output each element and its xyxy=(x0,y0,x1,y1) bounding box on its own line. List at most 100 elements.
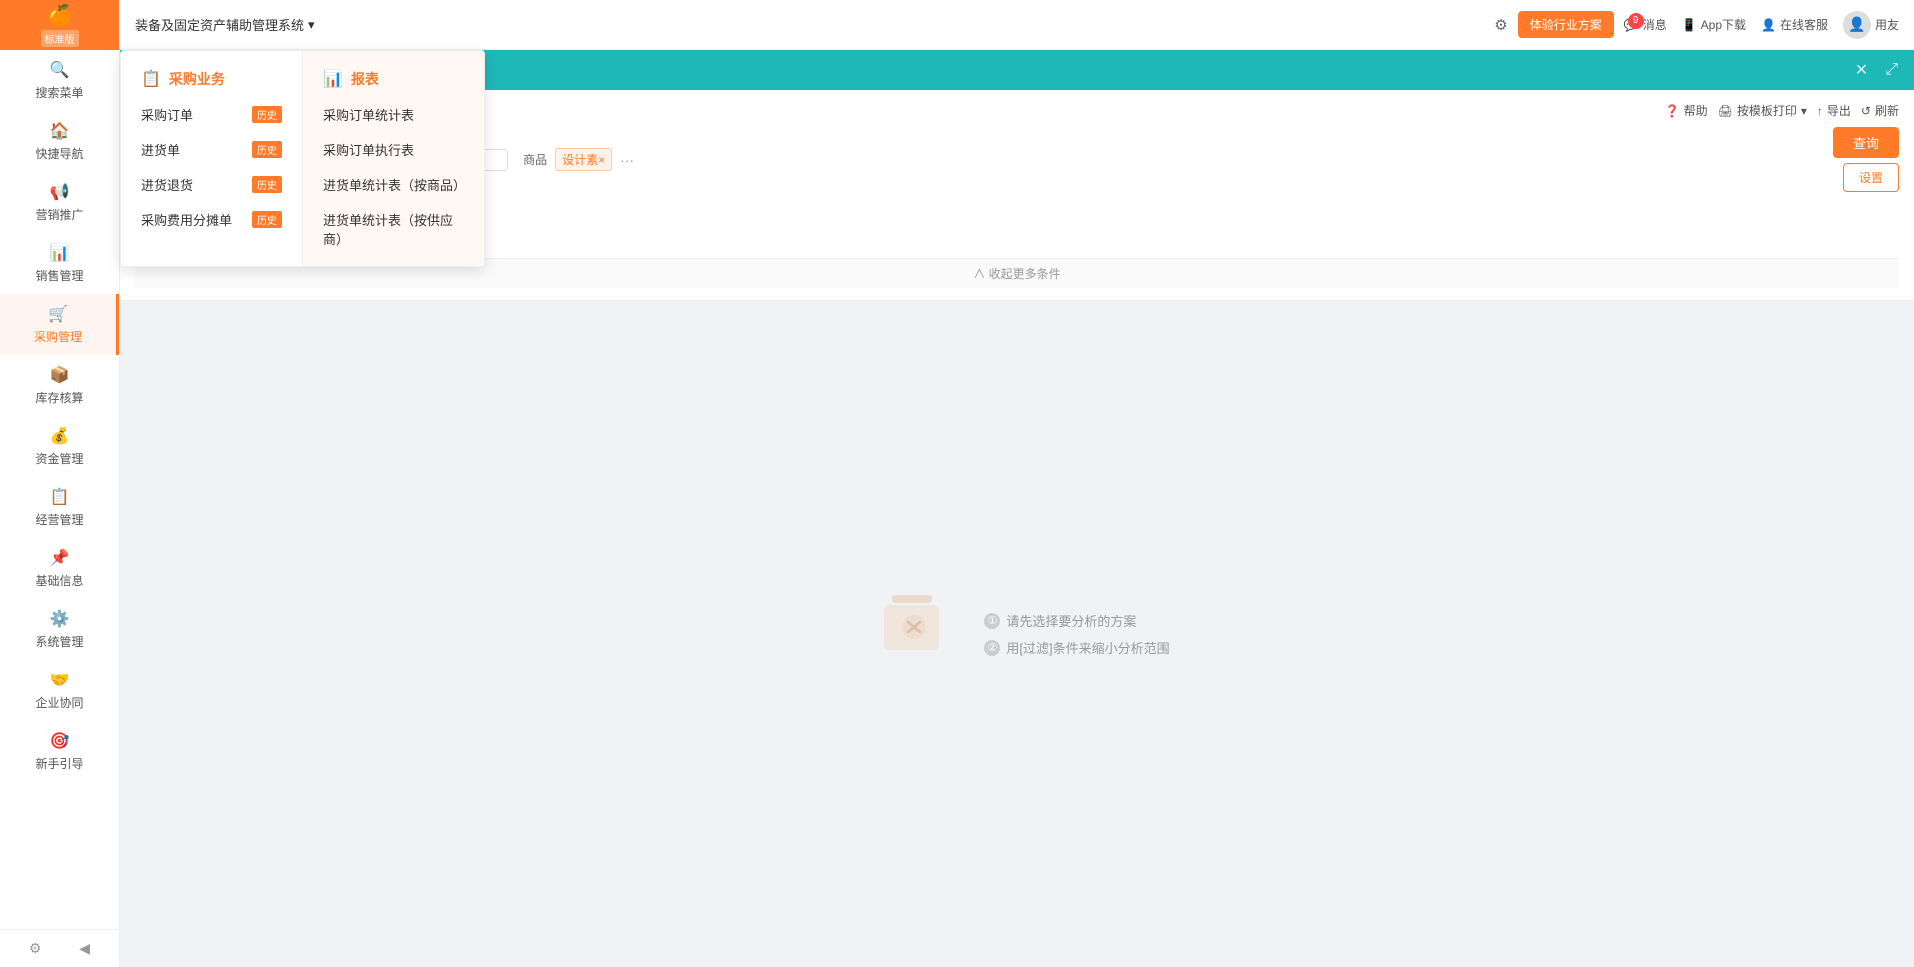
guide-icon: 🎯 xyxy=(50,731,70,751)
purchase-expense-item[interactable]: 采购费用分摊单 历史 xyxy=(121,202,302,237)
empty-hint-1: ① 请先选择要分析的方案 xyxy=(984,611,1169,630)
sidebar-settings-btn[interactable]: ⚙ xyxy=(29,940,42,957)
refresh-btn[interactable]: ↺ 刷新 xyxy=(1861,102,1899,119)
print-btn[interactable]: 🖨 按模板打印 ▾ xyxy=(1718,102,1807,119)
user-label: 用友 xyxy=(1875,16,1899,33)
purchase-dropdown-menu: 📋 采购业务 采购订单 历史 进货单 历史 进货退货 历史 采购费用分摊单 历史… xyxy=(120,50,485,267)
purchase-business-title: 采购业务 xyxy=(169,69,225,89)
purchase-order-label: 采购订单 xyxy=(141,105,193,124)
sidebar-collapse-btn[interactable]: ◀ xyxy=(79,940,90,957)
stock-in-stats-supplier-item[interactable]: 进货单统计表（按供应商） xyxy=(303,202,484,256)
report-header: 📊 报表 xyxy=(303,61,484,97)
sidebar-label-enterprise: 企业协同 xyxy=(35,694,83,711)
sidebar-item-system[interactable]: ⚙️ 系统管理 xyxy=(0,599,119,660)
dropdown-arrow-icon: ▾ xyxy=(308,17,315,33)
sidebar-label-marketing: 营销推广 xyxy=(35,206,83,223)
logo-tag: 标准版 xyxy=(41,30,79,47)
stock-return-label: 进货退货 xyxy=(141,175,193,194)
app-download-btn[interactable]: 📱 App下载 xyxy=(1682,16,1746,33)
help-btn[interactable]: ❓ 帮助 xyxy=(1665,102,1708,119)
purchase-expense-history: 历史 xyxy=(252,211,282,228)
help-icon: ❓ xyxy=(1665,104,1680,118)
tab-close-all-btn[interactable]: ✕ xyxy=(1849,58,1874,82)
stock-in-history: 历史 xyxy=(252,141,282,158)
empty-hint-2-text: 用[过滤]条件来缩小分析范围 xyxy=(1006,638,1169,657)
finance-icon: 💰 xyxy=(50,426,70,446)
message-label: 消息 xyxy=(1643,16,1667,33)
purchase-order-history: 历史 xyxy=(252,106,282,123)
user-menu[interactable]: 👤 用友 xyxy=(1843,11,1899,39)
refresh-label: 刷新 xyxy=(1875,102,1899,119)
topbar: 装备及固定资产辅助管理系统 ▾ ⚙ 体验行业方案 💬 9 消息 📱 App下载 … xyxy=(120,0,1914,50)
print-label: 按模板打印 xyxy=(1737,102,1797,119)
report-title: 报表 xyxy=(351,69,379,89)
collapse-icon: ∧ xyxy=(973,267,985,281)
stock-in-stats-product-item[interactable]: 进货单统计表（按商品） xyxy=(303,167,484,202)
sidebar-item-operations[interactable]: 📋 经营管理 xyxy=(0,477,119,538)
empty-state: ① 请先选择要分析的方案 ② 用[过滤]条件来缩小分析范围 xyxy=(120,301,1914,967)
sales-icon: 📊 xyxy=(50,243,70,263)
sidebar-item-purchase[interactable]: 🛒 采购管理 xyxy=(0,294,119,355)
sidebar-logo: 🍊 标准版 xyxy=(0,0,119,50)
empty-hint-2: ② 用[过滤]条件来缩小分析范围 xyxy=(984,638,1169,657)
industry-btn[interactable]: 体验行业方案 xyxy=(1518,11,1614,38)
system-icon: ⚙️ xyxy=(50,609,70,629)
purchase-order-stats-item[interactable]: 采购订单统计表 xyxy=(303,97,484,132)
topbar-gear-btn[interactable]: ⚙ xyxy=(1494,16,1507,34)
product-tag-text: 设计素× xyxy=(562,151,605,168)
sidebar-bottom: ⚙ ◀ xyxy=(0,929,119,967)
basic-info-icon: 📌 xyxy=(50,548,70,568)
sidebar-item-finance[interactable]: 💰 资金管理 xyxy=(0,416,119,477)
message-btn[interactable]: 💬 9 消息 xyxy=(1624,16,1667,33)
help-label: 帮助 xyxy=(1684,102,1708,119)
inventory-icon: 📦 xyxy=(50,365,70,385)
online-service-btn[interactable]: 👤 在线客服 xyxy=(1761,16,1828,33)
stock-in-item[interactable]: 进货单 历史 xyxy=(121,132,302,167)
purchase-business-col: 📋 采购业务 采购订单 历史 进货单 历史 进货退货 历史 采购费用分摊单 历史 xyxy=(121,51,303,266)
sidebar-item-basic-info[interactable]: 📌 基础信息 xyxy=(0,538,119,599)
refresh-icon: ↺ xyxy=(1861,104,1871,118)
sidebar-label-finance: 资金管理 xyxy=(35,450,83,467)
sidebar-item-search[interactable]: 🔍 搜索菜单 xyxy=(0,50,119,111)
sidebar-label-inventory: 库存核算 xyxy=(35,389,83,406)
collapse-label: 收起更多条件 xyxy=(989,267,1061,281)
sidebar-item-marketing[interactable]: 📢 营销推广 xyxy=(0,172,119,233)
empty-illustration xyxy=(864,575,964,694)
sidebar-label-guide: 新手引导 xyxy=(35,755,83,772)
print-dropdown-arrow: ▾ xyxy=(1801,104,1807,118)
export-btn[interactable]: ↑ 导出 xyxy=(1817,102,1851,119)
product-dots[interactable]: ··· xyxy=(620,152,634,168)
empty-hint-1-text: 请先选择要分析的方案 xyxy=(1006,611,1136,630)
marketing-icon: 📢 xyxy=(50,182,70,202)
product-filter: 商品 设计素× ··· xyxy=(523,148,634,171)
purchase-business-icon: 📋 xyxy=(141,69,161,89)
online-service-label: 在线客服 xyxy=(1780,16,1828,33)
sidebar-label-operations: 经营管理 xyxy=(35,511,83,528)
sidebar-label-quick-nav: 快捷导航 xyxy=(35,145,83,162)
print-icon: 🖨 xyxy=(1718,104,1733,118)
sidebar-item-enterprise[interactable]: 🤝 企业协同 xyxy=(0,660,119,721)
sidebar-label-search: 搜索菜单 xyxy=(35,84,83,101)
sidebar-item-guide[interactable]: 🎯 新手引导 xyxy=(0,721,119,782)
sidebar-item-quick-nav[interactable]: 🏠 快捷导航 xyxy=(0,111,119,172)
phone-icon: 📱 xyxy=(1682,18,1697,32)
export-icon: ↑ xyxy=(1817,104,1823,118)
report-icon: 📊 xyxy=(323,69,343,89)
product-tag[interactable]: 设计素× xyxy=(555,148,612,171)
stock-return-item[interactable]: 进货退货 历史 xyxy=(121,167,302,202)
sidebar-item-sales[interactable]: 📊 销售管理 xyxy=(0,233,119,294)
purchase-icon: 🛒 xyxy=(48,304,68,324)
settings-btn[interactable]: 设置 xyxy=(1843,163,1899,192)
query-btn[interactable]: 查询 xyxy=(1833,127,1899,158)
service-icon: 👤 xyxy=(1761,18,1776,32)
stock-return-history: 历史 xyxy=(252,176,282,193)
tab-expand-btn[interactable]: ⤢ xyxy=(1879,59,1904,81)
sidebar-item-inventory[interactable]: 📦 库存核算 xyxy=(0,355,119,416)
stock-in-label: 进货单 xyxy=(141,140,180,159)
system-title[interactable]: 装备及固定资产辅助管理系统 ▾ xyxy=(135,15,1484,34)
sidebar-label-sales: 销售管理 xyxy=(35,267,83,284)
message-badge: 9 xyxy=(1628,13,1644,29)
purchase-order-exec-item[interactable]: 采购订单执行表 xyxy=(303,132,484,167)
purchase-order-item[interactable]: 采购订单 历史 xyxy=(121,97,302,132)
tabbar-right-controls: ✕ ⤢ xyxy=(1849,58,1904,82)
